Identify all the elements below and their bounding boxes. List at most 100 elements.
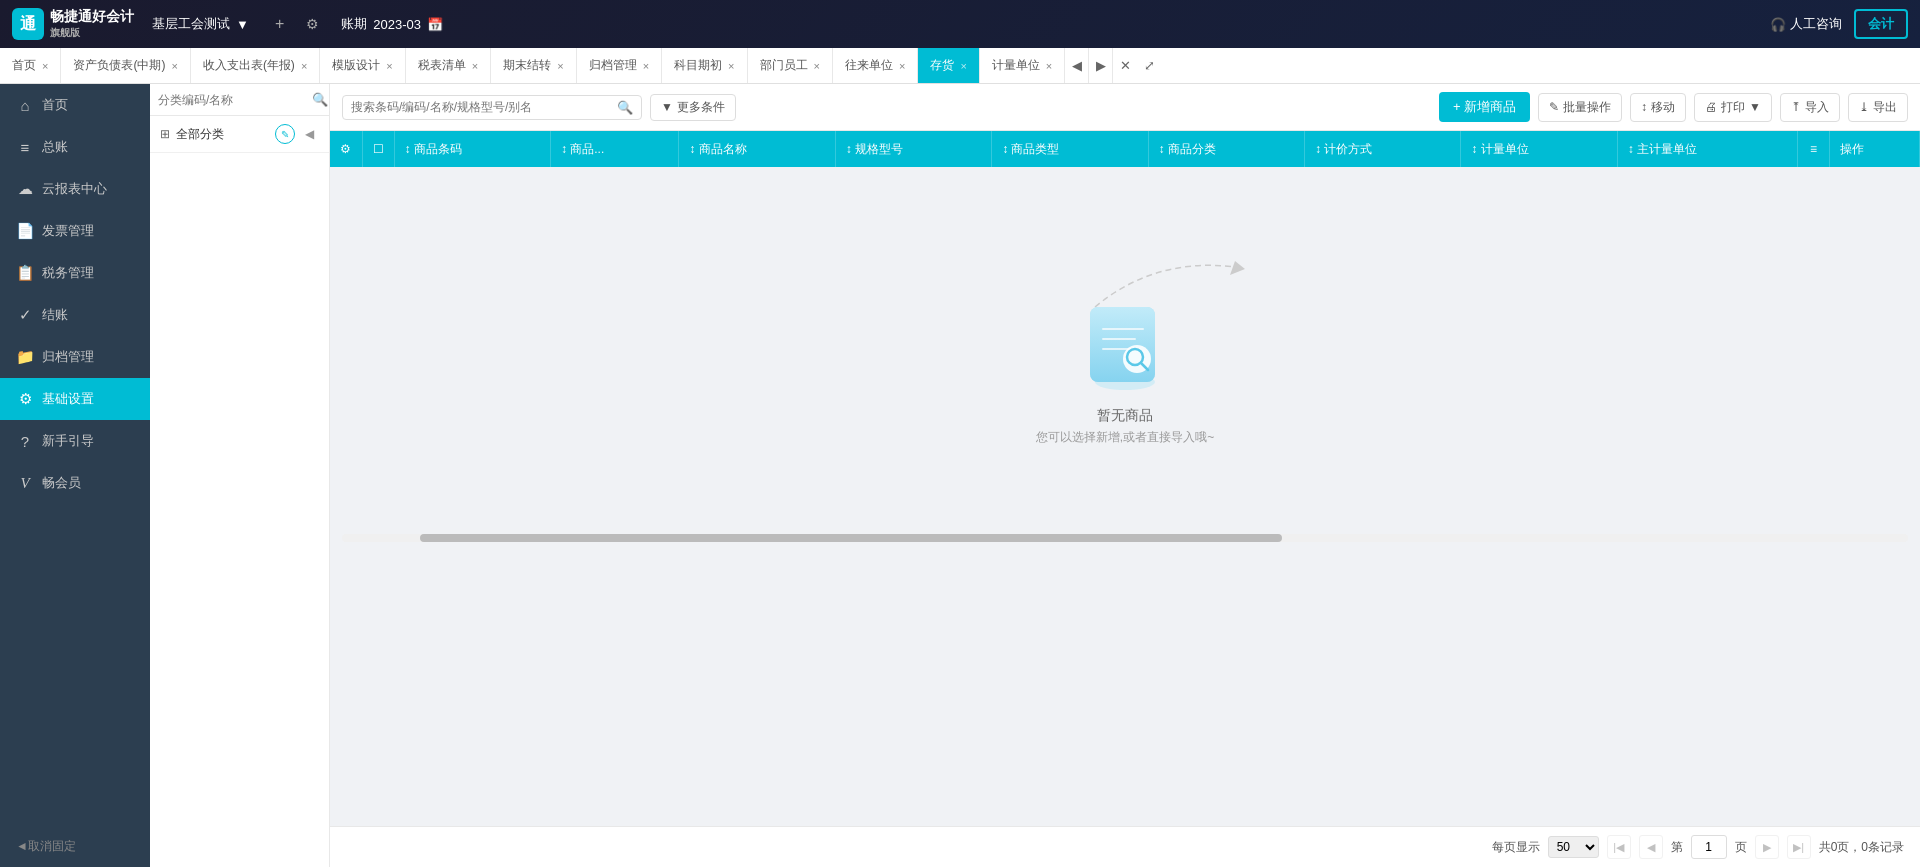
calendar-icon[interactable]: 📅 bbox=[427, 17, 443, 32]
category-collapse-btn[interactable]: ◀ bbox=[299, 124, 319, 144]
filter-label: 更多条件 bbox=[677, 99, 725, 116]
product-search-bar: 🔍 bbox=[342, 95, 642, 120]
tab-inventory-close[interactable]: × bbox=[960, 60, 966, 72]
sidebar-item-reports[interactable]: ☁ 云报表中心 bbox=[0, 168, 150, 210]
tab-archive[interactable]: 归档管理 × bbox=[577, 48, 662, 84]
batch-btn[interactable]: ✎ 批量操作 bbox=[1538, 93, 1622, 122]
tab-home[interactable]: 首页 × bbox=[0, 48, 61, 84]
print-btn[interactable]: 🖨 打印 ▼ bbox=[1694, 93, 1772, 122]
sidebar-ledger-label: 总账 bbox=[42, 138, 68, 156]
th-main-unit[interactable]: ↕ 主计量单位 bbox=[1617, 131, 1797, 167]
th-category[interactable]: ↕ 商品分类 bbox=[1148, 131, 1304, 167]
sidebar-item-settings[interactable]: ⚙ 基础设置 bbox=[0, 378, 150, 420]
sidebar-item-invoice[interactable]: 📄 发票管理 bbox=[0, 210, 150, 252]
main-layout: ⌂ 首页 ≡ 总账 ☁ 云报表中心 📄 发票管理 📋 税务管理 ✓ 结账 📁 归… bbox=[0, 84, 1920, 867]
tab-vendor-close[interactable]: × bbox=[899, 60, 905, 72]
page-input[interactable] bbox=[1691, 835, 1727, 859]
tab-expand-btn[interactable]: ⤢ bbox=[1137, 48, 1161, 84]
tab-dept-close[interactable]: × bbox=[814, 60, 820, 72]
tab-income[interactable]: 收入支出表(年报) × bbox=[191, 48, 320, 84]
tab-vendor[interactable]: 往来单位 × bbox=[833, 48, 918, 84]
empty-title: 暂无商品 bbox=[1097, 407, 1153, 425]
th-spec[interactable]: ↕ 规格型号 bbox=[835, 131, 991, 167]
sidebar-item-guide[interactable]: ? 新手引导 bbox=[0, 420, 150, 462]
product-search-input[interactable] bbox=[351, 100, 611, 114]
tab-unit-label: 计量单位 bbox=[992, 57, 1040, 74]
category-edit-btn[interactable]: ✎ bbox=[275, 124, 295, 144]
tab-balance[interactable]: 资产负债表(中期) × bbox=[61, 48, 190, 84]
pagination: 每页显示 50 20 100 |◀ ◀ 第 页 ▶ ▶| 共0页，0条记录 bbox=[330, 826, 1920, 867]
tab-template[interactable]: 模版设计 × bbox=[320, 48, 405, 84]
header-settings-icon[interactable]: ⚙ bbox=[302, 16, 323, 32]
th-actions: 操作 bbox=[1830, 131, 1920, 167]
tab-tax-close[interactable]: × bbox=[472, 60, 478, 72]
last-page-btn[interactable]: ▶| bbox=[1787, 835, 1811, 859]
tab-prev-btn[interactable]: ◀ bbox=[1065, 48, 1089, 84]
prev-page-btn[interactable]: ◀ bbox=[1639, 835, 1663, 859]
settings-icon: ⚙ bbox=[16, 390, 34, 408]
first-page-btn[interactable]: |◀ bbox=[1607, 835, 1631, 859]
tab-dept-label: 部门员工 bbox=[760, 57, 808, 74]
per-page-label: 每页显示 bbox=[1492, 839, 1540, 856]
tab-vendor-label: 往来单位 bbox=[845, 57, 893, 74]
move-btn[interactable]: ↕ 移动 bbox=[1630, 93, 1686, 122]
sidebar-item-ledger[interactable]: ≡ 总账 bbox=[0, 126, 150, 168]
tab-next-btn[interactable]: ▶ bbox=[1089, 48, 1113, 84]
tab-period-end[interactable]: 期末结转 × bbox=[491, 48, 576, 84]
tab-inventory[interactable]: 存货 × bbox=[918, 48, 979, 84]
export-btn[interactable]: ⤓ 导出 bbox=[1848, 93, 1908, 122]
tab-period-end-close[interactable]: × bbox=[557, 60, 563, 72]
tab-unit-close[interactable]: × bbox=[1046, 60, 1052, 72]
sidebar-item-member[interactable]: V 畅会员 bbox=[0, 462, 150, 504]
tab-unit[interactable]: 计量单位 × bbox=[980, 48, 1065, 84]
category-search-input[interactable] bbox=[158, 93, 308, 107]
category-search-box: 🔍 bbox=[150, 84, 329, 116]
sidebar-item-tax[interactable]: 📋 税务管理 bbox=[0, 252, 150, 294]
tab-subject[interactable]: 科目期初 × bbox=[662, 48, 747, 84]
sidebar-item-home[interactable]: ⌂ 首页 bbox=[0, 84, 150, 126]
add-product-btn[interactable]: + 新增商品 bbox=[1439, 92, 1530, 122]
sidebar-invoice-label: 发票管理 bbox=[42, 222, 94, 240]
add-tab-button[interactable]: + bbox=[267, 15, 292, 33]
per-page-select[interactable]: 50 20 100 bbox=[1548, 836, 1599, 858]
tab-home-close[interactable]: × bbox=[42, 60, 48, 72]
th-checkbox[interactable]: ☐ bbox=[362, 131, 394, 167]
sidebar-item-archive[interactable]: 📁 归档管理 bbox=[0, 336, 150, 378]
product-search-icon[interactable]: 🔍 bbox=[617, 100, 633, 115]
th-unit[interactable]: ↕ 计量单位 bbox=[1461, 131, 1617, 167]
horizontal-scrollbar[interactable] bbox=[330, 526, 1920, 550]
th-code[interactable]: ↕ 商品... bbox=[550, 131, 678, 167]
th-name[interactable]: ↕ 商品名称 bbox=[679, 131, 835, 167]
category-search-icon[interactable]: 🔍 bbox=[312, 92, 328, 107]
right-content: 🔍 ▼ 更多条件 + 新增商品 ✎ 批量操作 ↕ 移动 bbox=[330, 84, 1920, 867]
tab-income-close[interactable]: × bbox=[301, 60, 307, 72]
move-icon: ↕ bbox=[1641, 100, 1647, 114]
tab-balance-close[interactable]: × bbox=[171, 60, 177, 72]
th-more[interactable]: ≡ bbox=[1798, 131, 1830, 167]
tab-subject-close[interactable]: × bbox=[728, 60, 734, 72]
sidebar-settings-label: 基础设置 bbox=[42, 390, 94, 408]
th-price-mode[interactable]: ↕ 计价方式 bbox=[1304, 131, 1460, 167]
company-selector[interactable]: 基层工会测试 ▼ bbox=[144, 11, 257, 37]
tab-template-label: 模版设计 bbox=[332, 57, 380, 74]
th-barcode[interactable]: ↕ 商品条码 bbox=[394, 131, 550, 167]
tab-dept[interactable]: 部门员工 × bbox=[748, 48, 833, 84]
customer-service-btn[interactable]: 🎧 人工咨询 bbox=[1770, 15, 1842, 33]
tax-icon: 📋 bbox=[16, 264, 34, 282]
account-button[interactable]: 会计 bbox=[1854, 9, 1908, 39]
empty-subtitle: 您可以选择新增,或者直接导入哦~ bbox=[1036, 429, 1214, 446]
inner-layout: 🔍 ⊞ 全部分类 ✎ ◀ 🔍 ▼ 更多条件 bbox=[150, 84, 1920, 867]
filter-btn[interactable]: ▼ 更多条件 bbox=[650, 94, 736, 121]
svg-rect-3 bbox=[1090, 307, 1155, 382]
tab-inventory-label: 存货 bbox=[930, 57, 954, 74]
tab-close-all-btn[interactable]: ✕ bbox=[1113, 48, 1137, 84]
tab-tax[interactable]: 税表清单 × bbox=[406, 48, 491, 84]
tab-archive-close[interactable]: × bbox=[643, 60, 649, 72]
sidebar-collapse-btn[interactable]: ◄取消固定 bbox=[0, 826, 150, 867]
import-btn[interactable]: ⤒ 导入 bbox=[1780, 93, 1840, 122]
next-page-btn[interactable]: ▶ bbox=[1755, 835, 1779, 859]
tab-template-close[interactable]: × bbox=[386, 60, 392, 72]
th-type[interactable]: ↕ 商品类型 bbox=[992, 131, 1148, 167]
th-settings[interactable]: ⚙ bbox=[330, 131, 362, 167]
sidebar-item-settle[interactable]: ✓ 结账 bbox=[0, 294, 150, 336]
